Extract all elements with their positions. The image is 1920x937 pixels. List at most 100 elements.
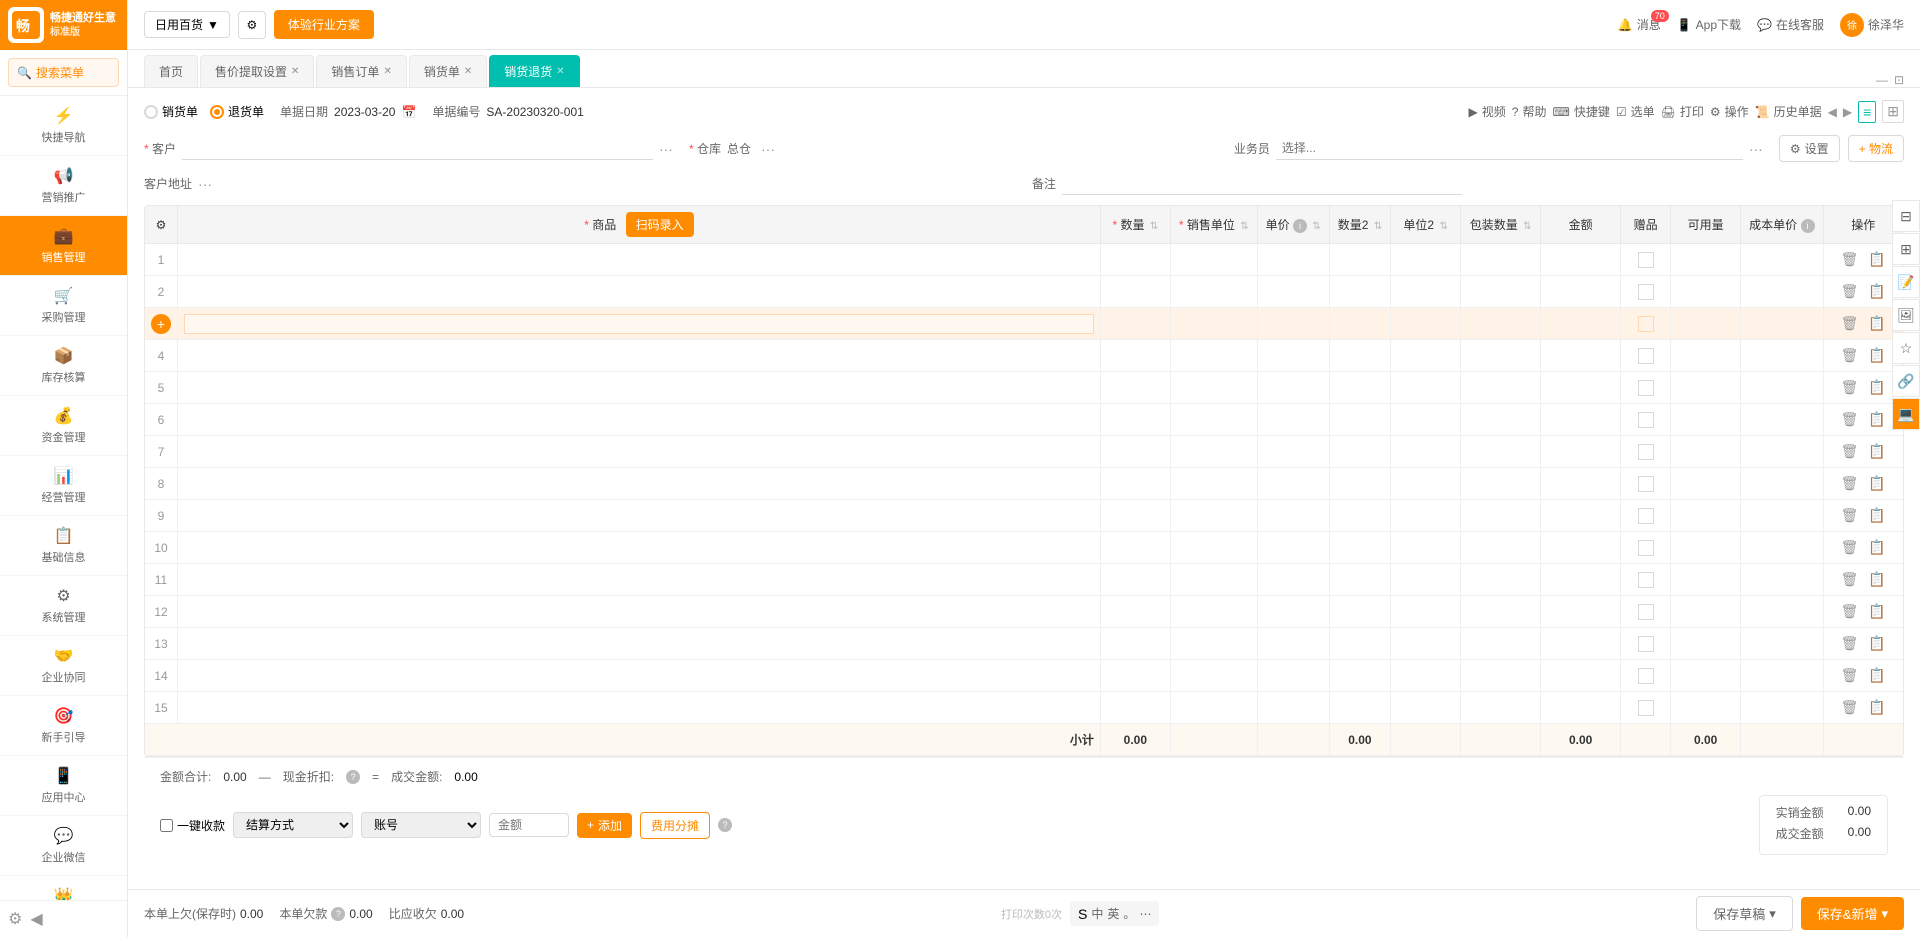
ime-en[interactable]: 英 (1107, 905, 1119, 922)
unit2-cell-3[interactable] (1391, 308, 1461, 340)
pack-cell-2[interactable] (1461, 276, 1541, 308)
gift-checkbox-8[interactable] (1638, 476, 1654, 492)
print-btn[interactable]: 🖨 打印 (1661, 103, 1704, 120)
staff-input[interactable] (1276, 137, 1743, 160)
cost-cell-3[interactable] (1741, 308, 1823, 340)
delete-row-15[interactable]: 🗑 (1839, 697, 1861, 718)
note-input[interactable] (1062, 172, 1462, 195)
customer-more-btn[interactable]: ··· (659, 141, 673, 157)
copy-row-3[interactable]: 📋 (1866, 313, 1887, 334)
gift-checkbox-6[interactable] (1638, 412, 1654, 428)
tab-price-settings[interactable]: 售价提取设置 ✕ (200, 55, 314, 87)
ime-sym[interactable]: 。 (1123, 905, 1135, 922)
product-input-3[interactable] (184, 314, 1094, 334)
trial-btn[interactable]: 体验行业方案 (274, 10, 374, 39)
search-menu-button[interactable]: 🔍 搜索菜单 (8, 58, 119, 87)
qty-cell-3[interactable] (1100, 308, 1170, 340)
delete-row-12[interactable]: 🗑 (1839, 601, 1861, 622)
pack-sort-icon[interactable]: ⇅ (1523, 221, 1531, 232)
customer-input[interactable] (182, 137, 653, 160)
avail-cell-3[interactable] (1671, 308, 1741, 340)
gift-cell-1[interactable] (1621, 244, 1671, 276)
help-btn[interactable]: ? 帮助 (1512, 103, 1547, 120)
unit-cell-3[interactable] (1170, 308, 1257, 340)
radio-return[interactable]: 退货单 (210, 103, 264, 120)
quick-grid-btn[interactable]: ⊞ (1892, 233, 1920, 265)
avail-cell-2[interactable] (1671, 276, 1741, 308)
sidebar-item-operations[interactable]: 📊 经营管理 (0, 456, 127, 516)
collapse-icon[interactable]: ◀ (30, 909, 42, 929)
cost-cell-1[interactable] (1741, 244, 1823, 276)
gift-checkbox-11[interactable] (1638, 572, 1654, 588)
product-input-1[interactable] (184, 251, 1094, 269)
list-view-btn[interactable]: ≡ (1858, 101, 1876, 123)
product-cell-3[interactable] (178, 308, 1101, 340)
app-download-btn[interactable]: 📱 App下载 (1677, 16, 1741, 33)
copy-row-10[interactable]: 📋 (1866, 537, 1887, 558)
gift-checkbox-15[interactable] (1638, 700, 1654, 716)
sidebar-item-apps[interactable]: 📱 应用中心 (0, 756, 127, 816)
copy-row-9[interactable]: 📋 (1866, 505, 1887, 526)
sidebar-item-inventory[interactable]: 📦 库存核算 (0, 336, 127, 396)
radio-sales-invoice[interactable]: 销货单 (144, 103, 198, 120)
unit2-sort-icon[interactable]: ⇅ (1439, 221, 1447, 232)
product-cell-2[interactable] (178, 276, 1101, 308)
delete-row-1[interactable]: 🗑 (1839, 249, 1861, 270)
sidebar-item-sales[interactable]: 💼 销售管理 (0, 216, 127, 276)
account-select[interactable]: 账号 (361, 812, 481, 838)
unit2-cell-2[interactable] (1391, 276, 1461, 308)
cost-info-icon[interactable]: i (1801, 219, 1815, 233)
sidebar-search[interactable]: 🔍 搜索菜单 (0, 50, 127, 96)
video-btn[interactable]: ▶ 视频 (1469, 103, 1506, 120)
sidebar-item-marketing[interactable]: 📢 营销推广 (0, 156, 127, 216)
delete-row-6[interactable]: 🗑 (1839, 409, 1861, 430)
qty2-sort-icon[interactable]: ⇅ (1374, 221, 1382, 232)
amount-cell-3[interactable] (1541, 308, 1621, 340)
maximize-icon[interactable]: ⊡ (1894, 73, 1904, 87)
pack-cell-3[interactable] (1461, 308, 1541, 340)
add-row-cell[interactable]: + (145, 308, 178, 340)
gift-cell-3[interactable] (1621, 308, 1671, 340)
gift-checkbox-13[interactable] (1638, 636, 1654, 652)
gift-checkbox-1[interactable] (1638, 252, 1654, 268)
pack-cell-1[interactable] (1461, 244, 1541, 276)
fee-info-icon[interactable]: ? (718, 818, 732, 832)
sidebar-item-shortcut[interactable]: ⚡ 快捷导航 (0, 96, 127, 156)
price-cell-3[interactable] (1257, 308, 1329, 340)
price-cell-1[interactable] (1257, 244, 1329, 276)
delete-row-3[interactable]: 🗑 (1839, 313, 1861, 334)
sidebar-item-basic[interactable]: 📋 基础信息 (0, 516, 127, 576)
qty2-cell-2[interactable] (1329, 276, 1390, 308)
tab-sales-order[interactable]: 销售订单 ✕ (316, 55, 406, 87)
ime-icon[interactable]: S (1078, 906, 1087, 922)
topbar-settings-btn[interactable]: ⚙ (238, 11, 266, 39)
delete-row-10[interactable]: 🗑 (1839, 537, 1861, 558)
avail-cell-1[interactable] (1671, 244, 1741, 276)
gift-checkbox-10[interactable] (1638, 540, 1654, 556)
ime-zh[interactable]: 中 (1091, 905, 1103, 922)
sidebar-item-vip[interactable]: 👑 畅会员 (0, 876, 127, 900)
sidebar-item-system[interactable]: ⚙ 系统管理 (0, 576, 127, 636)
gift-checkbox-4[interactable] (1638, 348, 1654, 364)
online-service-btn[interactable]: 💬 在线客服 (1757, 16, 1824, 33)
qty-sort-icon[interactable]: ⇅ (1150, 221, 1158, 232)
one-click-input[interactable] (160, 819, 173, 832)
gift-checkbox-14[interactable] (1638, 668, 1654, 684)
delete-row-4[interactable]: 🗑 (1839, 345, 1861, 366)
quick-img-btn[interactable]: 🖼 (1892, 299, 1920, 331)
quick-terminal-btn[interactable]: 💻 (1892, 398, 1920, 430)
amount-cell-2[interactable] (1541, 276, 1621, 308)
sidebar-item-purchase[interactable]: 🛒 采购管理 (0, 276, 127, 336)
close-tab-return[interactable]: ✕ (556, 66, 564, 77)
unit-cell-2[interactable] (1170, 276, 1257, 308)
save-new-btn[interactable]: 保存&新增 ▾ (1801, 897, 1904, 930)
amount-cell-1[interactable] (1541, 244, 1621, 276)
fee-split-btn[interactable]: 费用分摊 (640, 812, 710, 839)
user-menu[interactable]: 徐 徐泽华 (1840, 13, 1904, 37)
delete-row-11[interactable]: 🗑 (1839, 569, 1861, 590)
tab-sales-return[interactable]: 销货退货 ✕ (489, 55, 579, 87)
select-btn[interactable]: ☑ 选单 (1616, 103, 1655, 120)
calendar-icon[interactable]: 📅 (401, 105, 416, 119)
gift-checkbox-2[interactable] (1638, 284, 1654, 300)
discount-info-icon[interactable]: ? (346, 770, 360, 784)
